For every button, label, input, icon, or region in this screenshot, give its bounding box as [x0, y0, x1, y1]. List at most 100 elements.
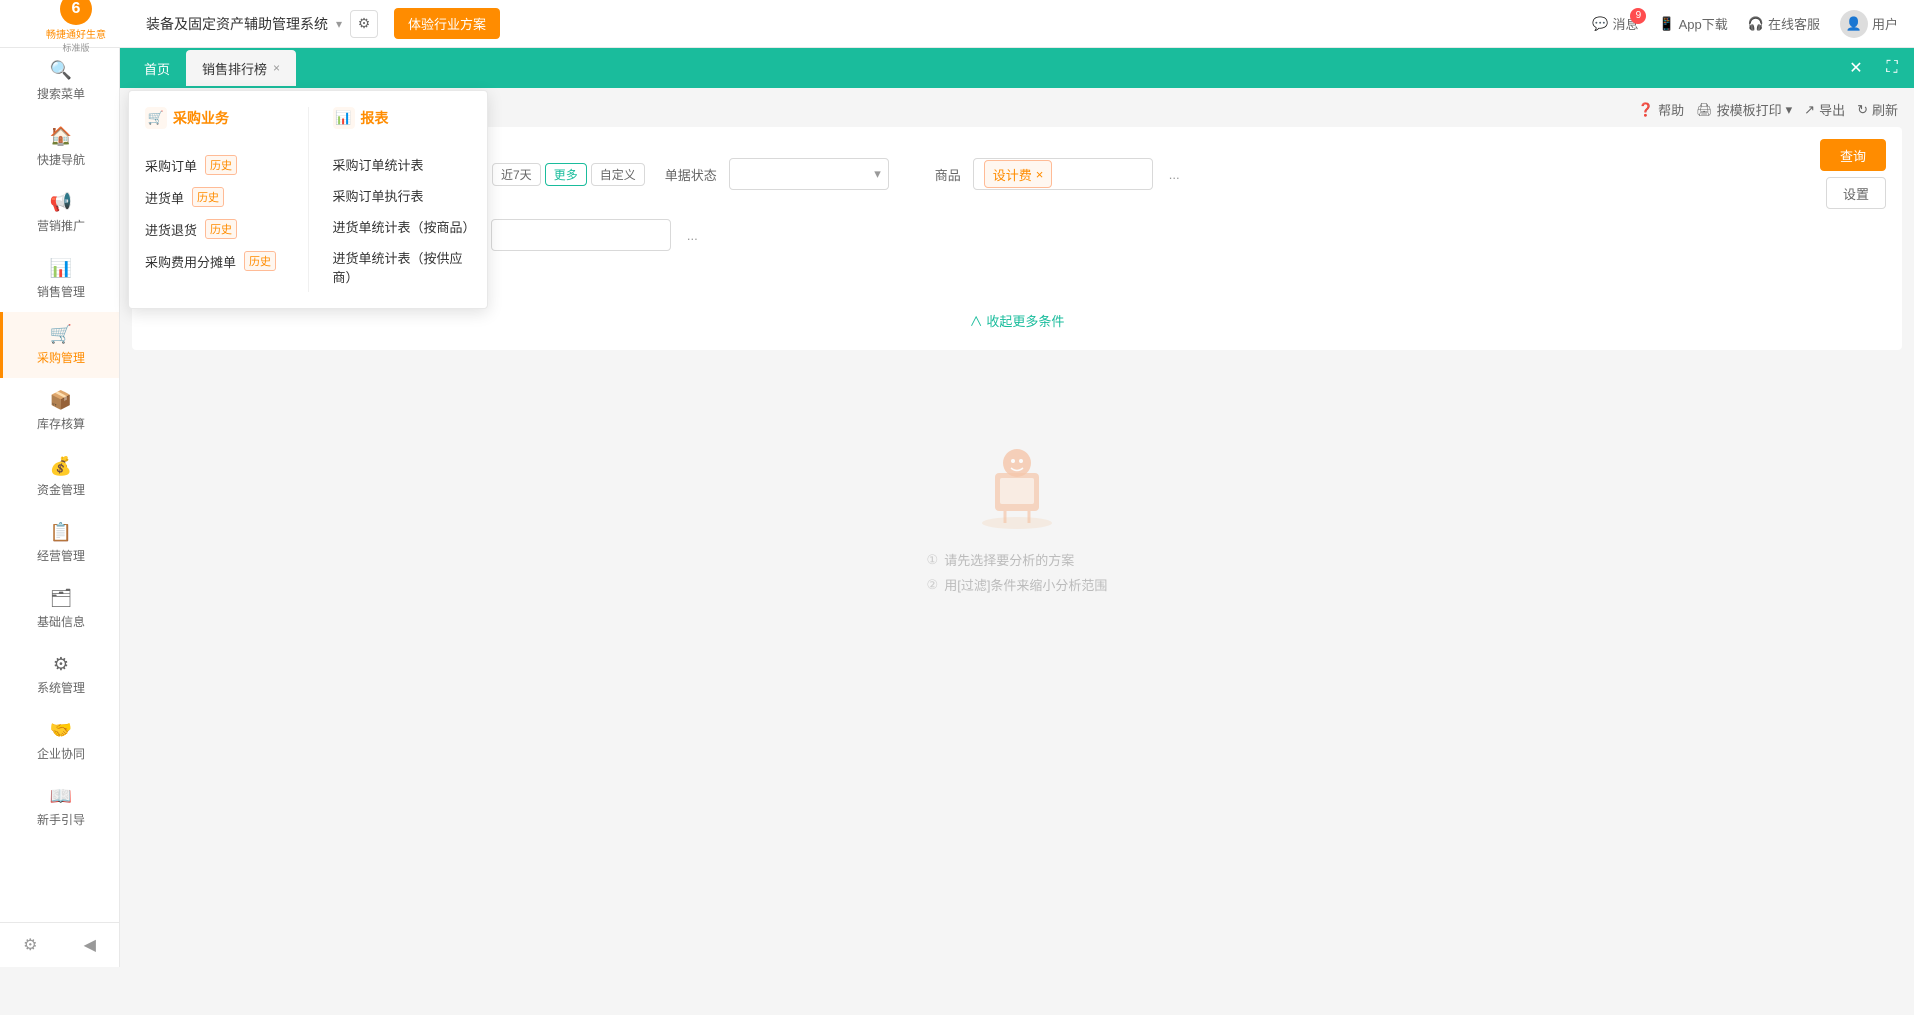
sidebar-item-purchase[interactable]: 🛒 采购管理 — [0, 312, 119, 378]
tab-right-actions: ✕ ⛶ — [1842, 54, 1906, 82]
tab-home[interactable]: 首页 — [128, 50, 186, 86]
date-shortcuts: 近7天 更多 自定义 — [492, 163, 645, 186]
tab-home-label: 首页 — [144, 59, 170, 78]
purchase-business-column: 🛒 采购业务 采购订单 历史 进货单 历史 进货退货 历史 采购费用分摊单 历史 — [145, 107, 284, 292]
brand-name: 畅捷通好生意 — [46, 26, 106, 41]
menu-divider — [308, 107, 309, 292]
sidebar-item-marketing[interactable]: 📢 营销推广 — [0, 180, 119, 246]
messages-badge: 9 — [1630, 8, 1646, 24]
sidebar-item-nav[interactable]: 🏠 快捷导航 — [0, 114, 119, 180]
online-service-button[interactable]: 🎧 在线客服 — [1748, 14, 1820, 33]
menu-item-purchase-order[interactable]: 采购订单 历史 — [145, 149, 284, 181]
app-download-label: App下载 — [1679, 14, 1728, 33]
sidebar-collapse-btn[interactable]: ◀ — [84, 935, 96, 955]
query-button[interactable]: 查询 — [1820, 139, 1886, 171]
messages-button[interactable]: 💬 消息 9 — [1592, 14, 1638, 33]
menu-item-incoming-by-supplier[interactable]: 进货单统计表（按供应商） — [333, 242, 472, 292]
goods-more-dots[interactable]: ... — [1169, 167, 1180, 182]
menu-item-return[interactable]: 进货退货 历史 — [145, 213, 284, 245]
sidebar-settings-btn[interactable]: ⚙ — [23, 935, 37, 955]
empty-tip-2: 用[过滤]条件来缩小分析范围 — [927, 575, 1108, 594]
sidebar-item-label: 营销推广 — [37, 217, 85, 234]
sidebar-item-sales[interactable]: 📊 销售管理 — [0, 246, 119, 312]
salesperson-dots[interactable]: ... — [687, 228, 698, 243]
export-link[interactable]: ↗ 导出 — [1804, 100, 1845, 119]
settings-gear-button[interactable]: ⚙ — [350, 10, 378, 38]
salesperson-input[interactable] — [491, 219, 671, 251]
tab-maximize-icon[interactable]: ⛶ — [1878, 54, 1906, 82]
menu-item-label: 进货单 — [145, 188, 184, 207]
sidebar-item-inventory[interactable]: 📦 库存核算 — [0, 378, 119, 444]
marketing-icon: 📢 — [50, 192, 72, 213]
tab-close-window-icon[interactable]: ✕ — [1842, 54, 1870, 82]
print-dropdown-icon: ▾ — [1786, 102, 1793, 118]
collapse-icon: ∧ — [970, 314, 983, 329]
sales-icon: 📊 — [50, 258, 72, 279]
phone-icon: 📱 — [1658, 16, 1674, 32]
online-service-label: 在线客服 — [1768, 14, 1820, 33]
empty-tips-list: 请先选择要分析的方案 用[过滤]条件来缩小分析范围 — [927, 550, 1108, 600]
menu-item-expense[interactable]: 采购费用分摊单 历史 — [145, 245, 284, 277]
export-label: 导出 — [1819, 100, 1845, 119]
home-icon: 🏠 — [50, 126, 72, 147]
menu-item-order-stats[interactable]: 采购订单统计表 — [333, 149, 472, 180]
goods-tag: 设计费 × — [984, 160, 1053, 188]
shortcut-custom[interactable]: 自定义 — [591, 163, 645, 186]
goods-tag-value: 设计费 — [993, 165, 1032, 184]
sidebar-item-system[interactable]: ⚙ 系统管理 — [0, 642, 119, 708]
title-dropdown-arrow[interactable]: ▾ — [336, 17, 342, 31]
message-icon: 💬 — [1592, 16, 1608, 32]
help-link[interactable]: ❓ 帮助 — [1638, 100, 1684, 119]
voucher-status-select-wrap: ▾ — [729, 158, 889, 190]
collapse-label: 收起更多条件 — [986, 314, 1064, 329]
sidebar: 🔍 搜索菜单 🏠 快捷导航 📢 营销推广 📊 销售管理 🛒 采购管理 📦 库存核… — [0, 48, 120, 967]
headset-icon: 🎧 — [1748, 16, 1764, 32]
purchase-col-icon: 🛒 — [145, 107, 167, 129]
tab-sales-rank[interactable]: 销售排行榜 × — [186, 50, 296, 86]
sidebar-item-enterprise[interactable]: 🤝 企业协同 — [0, 708, 119, 774]
sidebar-item-finance[interactable]: 💰 资金管理 — [0, 444, 119, 510]
goods-tag-remove[interactable]: × — [1036, 167, 1044, 182]
system-title-area: 装备及固定资产辅助管理系统 ▾ ⚙ 体验行业方案 — [146, 8, 1592, 39]
menu-item-label: 进货单统计表（按供应商） — [333, 248, 472, 286]
print-label: 按模板打印 — [1717, 100, 1782, 119]
sidebar-item-operation[interactable]: 📋 经营管理 — [0, 510, 119, 576]
goods-label: 商品 — [901, 165, 961, 184]
app-download-button[interactable]: 📱 App下载 — [1658, 14, 1727, 33]
sidebar-item-label: 搜索菜单 — [37, 85, 85, 102]
print-icon: 🖨 — [1696, 102, 1713, 118]
system-title-text: 装备及固定资产辅助管理系统 — [146, 14, 328, 34]
tab-close-icon[interactable]: × — [273, 61, 280, 75]
refresh-link[interactable]: ↻ 刷新 — [1857, 100, 1898, 119]
shortcut-7days[interactable]: 近7天 — [492, 163, 541, 186]
empty-state: 请先选择要分析的方案 用[过滤]条件来缩小分析范围 — [132, 358, 1902, 680]
menu-item-incoming[interactable]: 进货单 历史 — [145, 181, 284, 213]
export-icon: ↗ — [1804, 102, 1815, 118]
sidebar-item-search[interactable]: 🔍 搜索菜单 — [0, 48, 119, 114]
sidebar-item-basic[interactable]: 🗂 基础信息 — [0, 576, 119, 642]
setting-button[interactable]: 设置 — [1826, 177, 1886, 209]
goods-input[interactable]: 设计费 × — [973, 158, 1153, 190]
voucher-status-select[interactable] — [729, 158, 889, 190]
history-badge: 历史 — [192, 187, 224, 207]
sidebar-item-guide[interactable]: 📖 新手引导 — [0, 774, 119, 840]
user-button[interactable]: 👤 用户 — [1840, 10, 1898, 38]
header-right: 💬 消息 9 📱 App下载 🎧 在线客服 👤 用户 — [1592, 10, 1898, 38]
sidebar-item-label: 库存核算 — [37, 415, 85, 432]
search-icon: 🔍 — [50, 60, 72, 81]
shortcut-more[interactable]: 更多 — [545, 163, 587, 186]
logo-area: 6 畅捷通好生意 标准版 — [16, 0, 136, 54]
purchase-column-title: 🛒 采购业务 — [145, 107, 284, 137]
avatar: 👤 — [1840, 10, 1868, 38]
history-badge: 历史 — [205, 155, 237, 175]
sidebar-item-label: 基础信息 — [37, 613, 85, 630]
menu-item-incoming-by-goods[interactable]: 进货单统计表（按商品） — [333, 211, 472, 242]
help-label: 帮助 — [1658, 100, 1684, 119]
refresh-label: 刷新 — [1872, 100, 1898, 119]
report-col-title-text: 报表 — [361, 108, 389, 128]
industry-solution-button[interactable]: 体验行业方案 — [394, 8, 500, 39]
menu-item-order-exec[interactable]: 采购订单执行表 — [333, 180, 472, 211]
sidebar-item-label: 销售管理 — [37, 283, 85, 300]
print-template-link[interactable]: 🖨 按模板打印 ▾ — [1696, 100, 1792, 119]
purchase-icon: 🛒 — [50, 324, 72, 345]
